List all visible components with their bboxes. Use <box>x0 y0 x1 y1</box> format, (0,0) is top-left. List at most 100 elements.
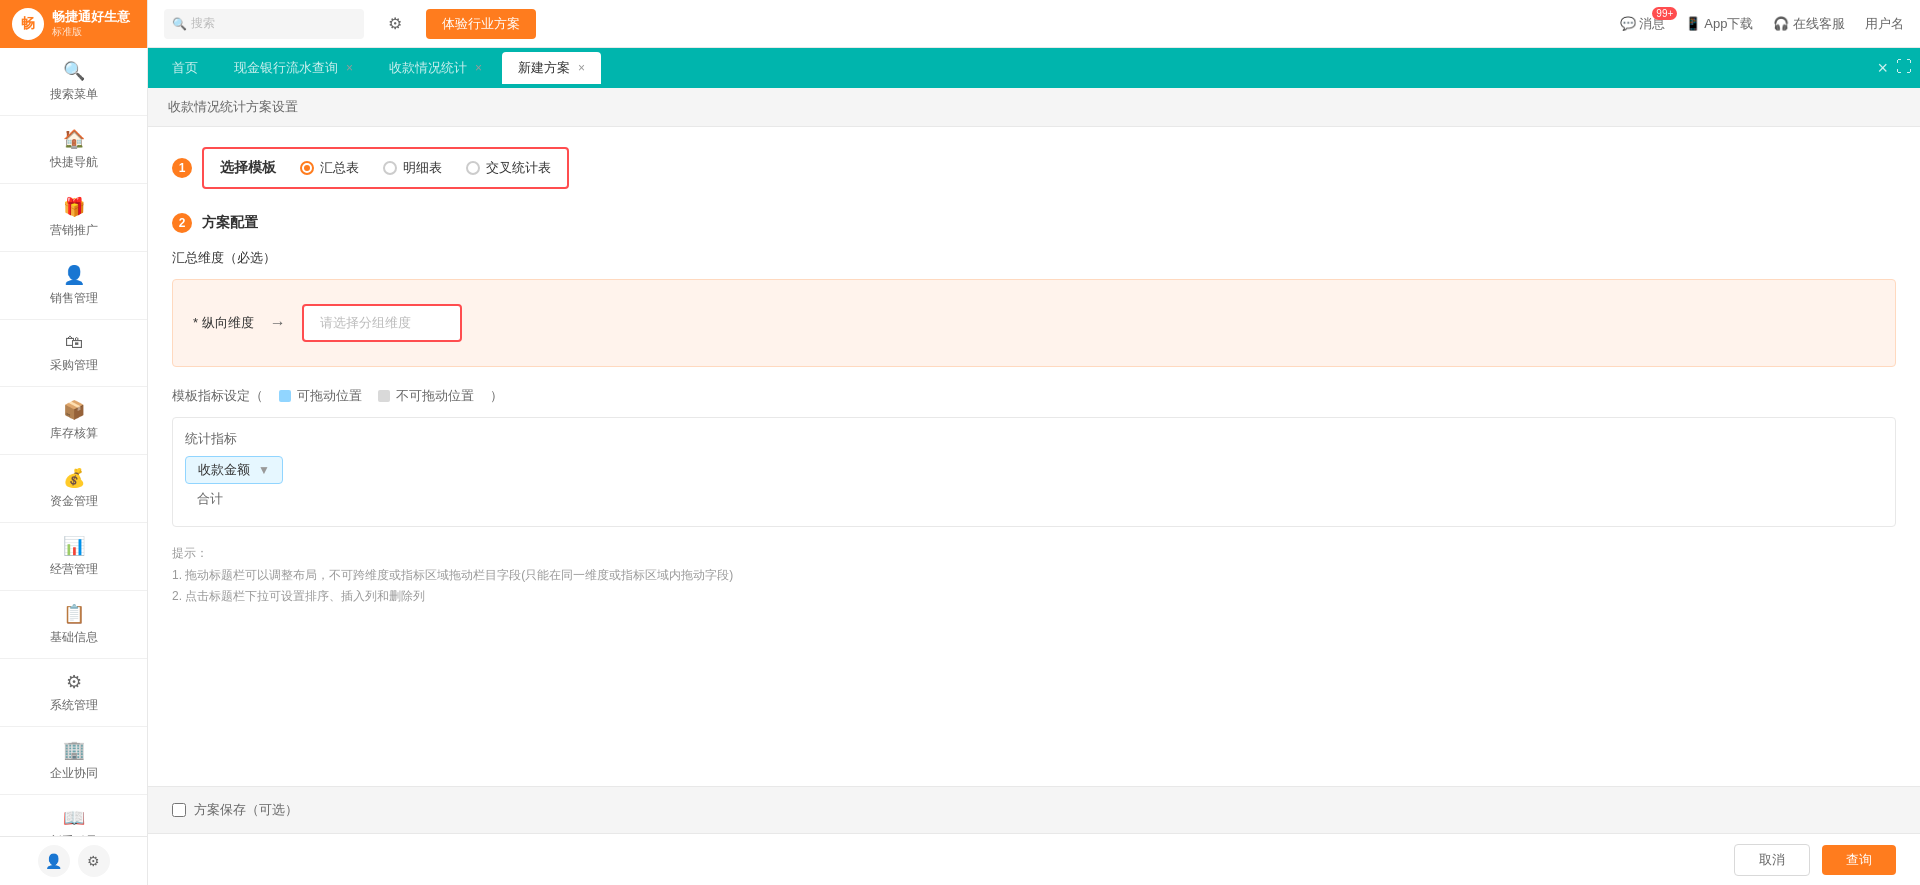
industry-button[interactable]: 体验行业方案 <box>426 9 536 39</box>
plan-config: 汇总维度（必选） * 纵向维度 → 请选择分组维度 模板指标设定（ <box>172 249 1896 527</box>
breadcrumb: 收款情况统计方案设置 <box>148 88 1920 127</box>
service-icon: 🎧 <box>1773 16 1789 31</box>
sidebar-bottom: 👤 ⚙ <box>0 836 147 885</box>
logo-text: 畅捷通好生意 <box>52 9 130 25</box>
service-button[interactable]: 🎧 在线客服 <box>1773 15 1845 33</box>
radio-detail[interactable] <box>383 161 397 175</box>
gift-icon: 🎁 <box>63 196 85 218</box>
home-icon: 🏠 <box>63 128 85 150</box>
save-section: 方案保存（可选） <box>148 786 1920 833</box>
query-button[interactable]: 查询 <box>1822 845 1896 875</box>
tab-collection-close[interactable]: × <box>475 61 482 75</box>
sidebar-item-label: 基础信息 <box>50 629 98 646</box>
step1-num: 1 <box>172 158 192 178</box>
tab-new-plan-close[interactable]: × <box>578 61 585 75</box>
template-option-detail[interactable]: 明细表 <box>383 159 442 177</box>
radio-inner-summary <box>304 165 310 171</box>
metrics-chip-amount[interactable]: 收款金额 ▼ <box>185 456 283 484</box>
message-badge: 99+ <box>1652 7 1677 20</box>
topbar: 🔍 搜索 ⚙ 体验行业方案 💬 消息 99+ 📱 App下载 🎧 在线客服 用户… <box>148 0 1920 48</box>
user-name[interactable]: 用户名 <box>1865 15 1904 33</box>
sidebar-item-label: 企业协同 <box>50 765 98 782</box>
nav-tabs: 首页 现金银行流水查询 × 收款情况统计 × 新建方案 × × ⛶ <box>148 48 1920 88</box>
step1-title: 选择模板 <box>220 159 276 177</box>
step2-title: 方案配置 <box>202 214 258 232</box>
chip-amount-arrow-icon[interactable]: ▼ <box>258 463 270 477</box>
search-icon: 🔍 <box>63 60 85 82</box>
dimension-row-label: * 纵向维度 <box>193 314 254 332</box>
metrics-area: 统计指标 收款金额 ▼ 合计 <box>172 417 1896 527</box>
metrics-category-label: 统计指标 <box>185 430 1883 448</box>
sidebar-item-label: 营销推广 <box>50 222 98 239</box>
sidebar-item-search[interactable]: 🔍 搜索菜单 <box>0 48 147 116</box>
save-checkbox[interactable] <box>172 803 186 817</box>
template-option-summary[interactable]: 汇总表 <box>300 159 359 177</box>
step2-num: 2 <box>172 213 192 233</box>
tab-collection[interactable]: 收款情况统计 × <box>373 52 498 84</box>
tab-bank-close[interactable]: × <box>346 61 353 75</box>
gear-icon: ⚙ <box>66 671 82 693</box>
sidebar-item-guide[interactable]: 📖 新手引导 <box>0 795 147 836</box>
sidebar-item-inventory[interactable]: 📦 库存核算 <box>0 387 147 455</box>
nav-window-expand[interactable]: ⛶ <box>1896 58 1912 79</box>
nav-window-close[interactable]: × <box>1877 58 1888 79</box>
dimension-row: * 纵向维度 → 请选择分组维度 <box>193 304 1875 342</box>
content-area: 收款情况统计方案设置 1 选择模板 汇总表 <box>148 88 1920 885</box>
sidebar-item-purchase[interactable]: 🛍 采购管理 <box>0 320 147 387</box>
no-drag-dot-icon <box>378 390 390 402</box>
tab-bank-label: 现金银行流水查询 <box>234 59 338 77</box>
step1-box: 选择模板 汇总表 明细表 <box>202 147 569 189</box>
box-icon: 📦 <box>63 399 85 421</box>
template-option-cross[interactable]: 交叉统计表 <box>466 159 551 177</box>
tab-home[interactable]: 首页 <box>156 52 214 84</box>
no-drag-label: 不可拖动位置 <box>396 387 474 405</box>
sidebar-item-nav[interactable]: 🏠 快捷导航 <box>0 116 147 184</box>
service-label: 在线客服 <box>1793 16 1845 31</box>
drag-legend: 可拖动位置 <box>279 387 362 405</box>
topbar-search[interactable]: 🔍 搜索 <box>164 9 364 39</box>
tab-bank[interactable]: 现金银行流水查询 × <box>218 52 369 84</box>
download-label: App下载 <box>1704 16 1753 31</box>
metrics-header-label: 模板指标设定（ <box>172 387 263 405</box>
dimension-area: * 纵向维度 → 请选择分组维度 <box>172 279 1896 367</box>
step1-header: 1 选择模板 汇总表 明细表 <box>172 147 1896 189</box>
topbar-right: 💬 消息 99+ 📱 App下载 🎧 在线客服 用户名 <box>1620 15 1904 33</box>
message-icon: 💬 <box>1620 16 1636 31</box>
radio-cross[interactable] <box>466 161 480 175</box>
metrics-section: 模板指标设定（ 可拖动位置 不可拖动位置 ） <box>172 387 1896 527</box>
settings-button[interactable]: ⚙ <box>380 9 410 39</box>
step2-header: 2 方案配置 <box>172 213 1896 233</box>
sidebar-item-coop[interactable]: 🏢 企业协同 <box>0 727 147 795</box>
radio-summary[interactable] <box>300 161 314 175</box>
sidebar-item-marketing[interactable]: 🎁 营销推广 <box>0 184 147 252</box>
sidebar-item-label: 快捷导航 <box>50 154 98 171</box>
tab-home-label: 首页 <box>172 59 198 77</box>
user-icon: 👤 <box>63 264 85 286</box>
sidebar-bottom-btn-2[interactable]: ⚙ <box>78 845 110 877</box>
tab-new-plan[interactable]: 新建方案 × <box>502 52 601 84</box>
dimension-input[interactable]: 请选择分组维度 <box>302 304 462 342</box>
search-placeholder-text: 搜索 <box>191 15 215 32</box>
chip-amount-label: 收款金额 <box>198 461 250 479</box>
sidebar-item-label: 资金管理 <box>50 493 98 510</box>
drag-dot-icon <box>279 390 291 402</box>
sidebar-item-sales[interactable]: 👤 销售管理 <box>0 252 147 320</box>
sidebar-item-operation[interactable]: 📊 经营管理 <box>0 523 147 591</box>
sidebar-item-basic[interactable]: 📋 基础信息 <box>0 591 147 659</box>
sidebar-bottom-btn-1[interactable]: 👤 <box>38 845 70 877</box>
metrics-header: 模板指标设定（ 可拖动位置 不可拖动位置 ） <box>172 387 1896 405</box>
metrics-suffix: ） <box>490 387 503 405</box>
sidebar-item-label: 采购管理 <box>50 357 98 374</box>
logo-text-block: 畅捷通好生意 标准版 <box>52 9 130 39</box>
sidebar-item-system[interactable]: ⚙ 系统管理 <box>0 659 147 727</box>
dimension-section-label: 汇总维度（必选） <box>172 249 1896 267</box>
download-button[interactable]: 📱 App下载 <box>1685 15 1753 33</box>
sidebar-logo: 畅 畅捷通好生意 标准版 <box>0 0 147 48</box>
metrics-total: 合计 <box>185 484 1883 514</box>
tab-collection-label: 收款情况统计 <box>389 59 467 77</box>
cancel-button[interactable]: 取消 <box>1734 844 1810 876</box>
tips-line-2: 2. 点击标题栏下拉可设置排序、插入列和删除列 <box>172 586 1896 608</box>
sidebar-item-finance[interactable]: 💰 资金管理 <box>0 455 147 523</box>
building-icon: 🏢 <box>63 739 85 761</box>
message-button[interactable]: 💬 消息 99+ <box>1620 15 1666 33</box>
